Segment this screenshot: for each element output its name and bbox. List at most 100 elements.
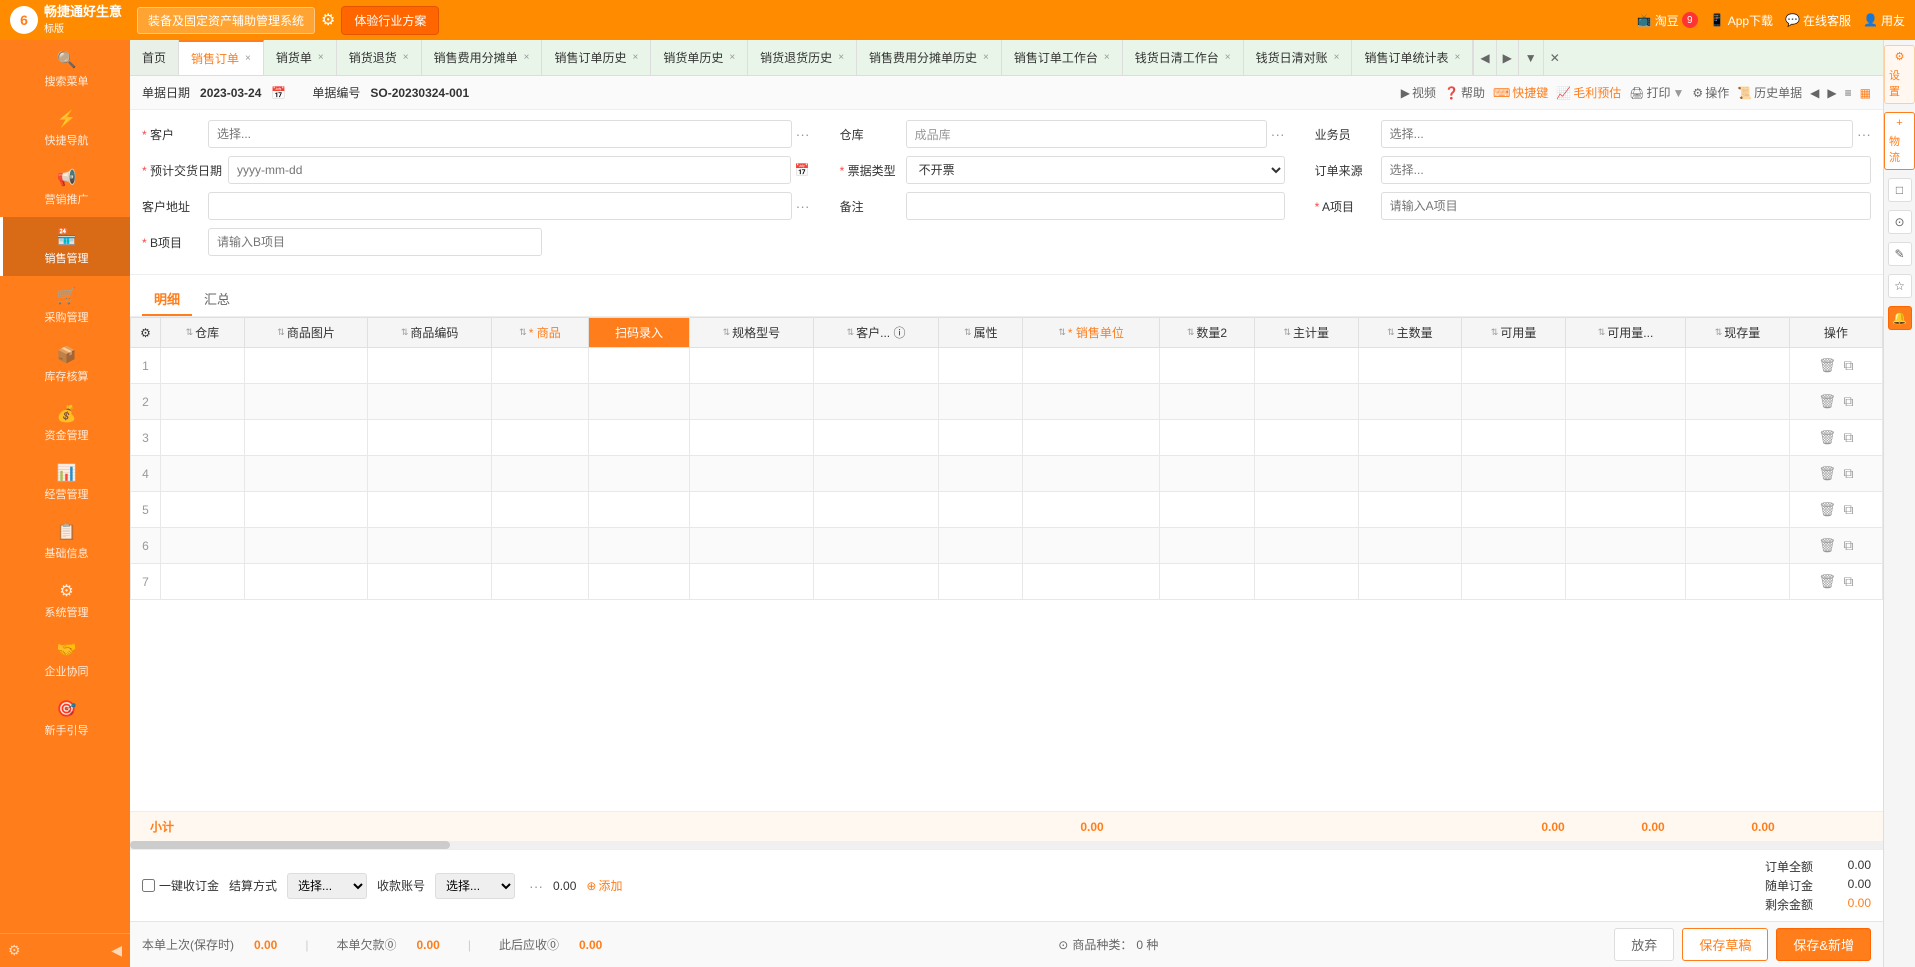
delete-row-btn[interactable]: 🗑 xyxy=(1816,571,1838,592)
row-code[interactable] xyxy=(368,384,492,420)
th-product[interactable]: ⇅* 商品 xyxy=(491,318,588,348)
payment-method-select[interactable]: 选择... xyxy=(287,873,367,899)
tab-detail[interactable]: 明细 xyxy=(142,283,192,316)
delete-row-btn[interactable]: 🗑 xyxy=(1816,499,1838,520)
sidebar-item-inventory[interactable]: 📦 库存核算 xyxy=(0,335,130,394)
copy-row-btn[interactable]: ⧉ xyxy=(1841,391,1855,412)
row-code[interactable] xyxy=(368,456,492,492)
row-main-qty[interactable] xyxy=(1358,420,1462,456)
preview-link[interactable]: ▶ 视频 xyxy=(1401,84,1436,101)
row-avail-qty[interactable] xyxy=(1462,564,1566,600)
row-code[interactable] xyxy=(368,528,492,564)
row-unit[interactable] xyxy=(1023,384,1160,420)
copy-row-btn[interactable]: ⧉ xyxy=(1841,571,1855,592)
delete-row-btn[interactable]: 🗑 xyxy=(1816,355,1838,376)
warehouse-input[interactable] xyxy=(906,120,1267,148)
row-main-qty[interactable] xyxy=(1358,492,1462,528)
row-main-unit[interactable] xyxy=(1254,456,1358,492)
row-image[interactable] xyxy=(244,420,368,456)
row-avail-qty[interactable] xyxy=(1462,528,1566,564)
th-main-qty[interactable]: ⇅主数量 xyxy=(1358,318,1462,348)
tab-sales-invoice[interactable]: 销货单 × xyxy=(264,40,337,76)
rs-icon-4[interactable]: ☆ xyxy=(1888,274,1912,298)
b-project-input[interactable] xyxy=(208,228,542,256)
tab-close-all-btn[interactable]: ✕ xyxy=(1543,40,1566,76)
row-action[interactable]: 🗑 ⧉ xyxy=(1789,384,1882,420)
row-main-unit[interactable] xyxy=(1254,384,1358,420)
row-attr[interactable] xyxy=(939,384,1023,420)
th-current-qty[interactable]: ⇅现存量 xyxy=(1686,318,1790,348)
sidebar-item-purchase[interactable]: 🛒 采购管理 xyxy=(0,276,130,335)
th-avail-qty[interactable]: ⇅可用量 xyxy=(1462,318,1566,348)
row-scan[interactable] xyxy=(588,384,689,420)
help-link[interactable]: ❓ 帮助 xyxy=(1444,84,1485,101)
delete-row-btn[interactable]: 🗑 xyxy=(1816,391,1838,412)
logistics-panel-btn[interactable]: + 物流 xyxy=(1884,112,1915,170)
row-main-qty[interactable] xyxy=(1358,456,1462,492)
row-qty2[interactable] xyxy=(1160,420,1255,456)
row-product[interactable] xyxy=(491,384,588,420)
th-unit[interactable]: ⇅* 销售单位 xyxy=(1023,318,1160,348)
row-current-qty[interactable] xyxy=(1686,456,1790,492)
delivery-calendar-icon[interactable]: 📅 xyxy=(795,163,810,177)
tab-prev-btn[interactable]: ◀ xyxy=(1473,40,1495,76)
row-avail-qty2[interactable] xyxy=(1565,420,1685,456)
row-code[interactable] xyxy=(368,420,492,456)
tab-invoice-history[interactable]: 销货单历史 × xyxy=(651,40,748,76)
row-warehouse[interactable] xyxy=(161,384,245,420)
warehouse-more-icon[interactable]: ··· xyxy=(1271,126,1285,142)
rs-icon-2[interactable]: ⊙ xyxy=(1888,210,1912,234)
delivery-input[interactable] xyxy=(228,156,791,184)
row-action[interactable]: 🗑 ⧉ xyxy=(1789,456,1882,492)
row-customer-code[interactable] xyxy=(813,420,939,456)
operation-link[interactable]: ⚙ 操作 xyxy=(1692,84,1729,101)
tab-close-sales-return[interactable]: × xyxy=(403,52,409,63)
customer-more-icon[interactable]: ··· xyxy=(796,126,810,142)
row-scan[interactable] xyxy=(588,528,689,564)
th-main-unit[interactable]: ⇅主计量 xyxy=(1254,318,1358,348)
row-qty2[interactable] xyxy=(1160,528,1255,564)
row-warehouse[interactable] xyxy=(161,564,245,600)
list-view-icon[interactable]: ≡ xyxy=(1845,86,1852,100)
rs-icon-1[interactable]: □ xyxy=(1888,178,1912,202)
row-attr[interactable] xyxy=(939,528,1023,564)
row-qty2[interactable] xyxy=(1160,348,1255,384)
tab-close-sales-invoice[interactable]: × xyxy=(318,52,324,63)
copy-row-btn[interactable]: ⧉ xyxy=(1841,535,1855,556)
delete-row-btn[interactable]: 🗑 xyxy=(1816,535,1838,556)
row-action[interactable]: 🗑 ⧉ xyxy=(1789,420,1882,456)
row-avail-qty[interactable] xyxy=(1462,492,1566,528)
sidebar-item-marketing[interactable]: 📢 营销推广 xyxy=(0,158,130,217)
row-warehouse[interactable] xyxy=(161,492,245,528)
row-current-qty[interactable] xyxy=(1686,492,1790,528)
row-scan[interactable] xyxy=(588,456,689,492)
history-link[interactable]: 📜 历史单据 xyxy=(1737,84,1802,101)
copy-row-btn[interactable]: ⧉ xyxy=(1841,463,1855,484)
rs-icon-5[interactable]: 🔔 xyxy=(1888,306,1912,330)
row-product[interactable] xyxy=(491,528,588,564)
row-product[interactable] xyxy=(491,564,588,600)
row-image[interactable] xyxy=(244,348,368,384)
tab-cost-history[interactable]: 销售费用分摊单历史 × xyxy=(857,40,1002,76)
row-qty2[interactable] xyxy=(1160,456,1255,492)
save-new-btn[interactable]: 保存&新增 xyxy=(1776,928,1871,961)
row-main-unit[interactable] xyxy=(1254,492,1358,528)
tab-close-sales-cost[interactable]: × xyxy=(524,52,530,63)
a-project-input[interactable] xyxy=(1381,192,1871,220)
row-unit[interactable] xyxy=(1023,492,1160,528)
addr-more-icon[interactable]: ··· xyxy=(796,198,810,214)
row-product[interactable] xyxy=(491,492,588,528)
row-code[interactable] xyxy=(368,348,492,384)
copy-row-btn[interactable]: ⧉ xyxy=(1841,427,1855,448)
row-attr[interactable] xyxy=(939,564,1023,600)
row-action[interactable]: 🗑 ⧉ xyxy=(1789,492,1882,528)
row-image[interactable] xyxy=(244,384,368,420)
collapse-icon[interactable]: ◀ xyxy=(111,942,122,959)
sidebar-item-finance[interactable]: 💰 资金管理 xyxy=(0,394,130,453)
tab-next-btn[interactable]: ▶ xyxy=(1496,40,1518,76)
notification-btn[interactable]: 📺 淘豆 9 xyxy=(1637,12,1698,29)
sidebar-item-nav[interactable]: ⚡ 快捷导航 xyxy=(0,99,130,158)
row-customer-code[interactable] xyxy=(813,528,939,564)
profit-link[interactable]: 📈 毛利预估 xyxy=(1556,84,1621,101)
tab-close-cost-history[interactable]: × xyxy=(983,52,989,63)
